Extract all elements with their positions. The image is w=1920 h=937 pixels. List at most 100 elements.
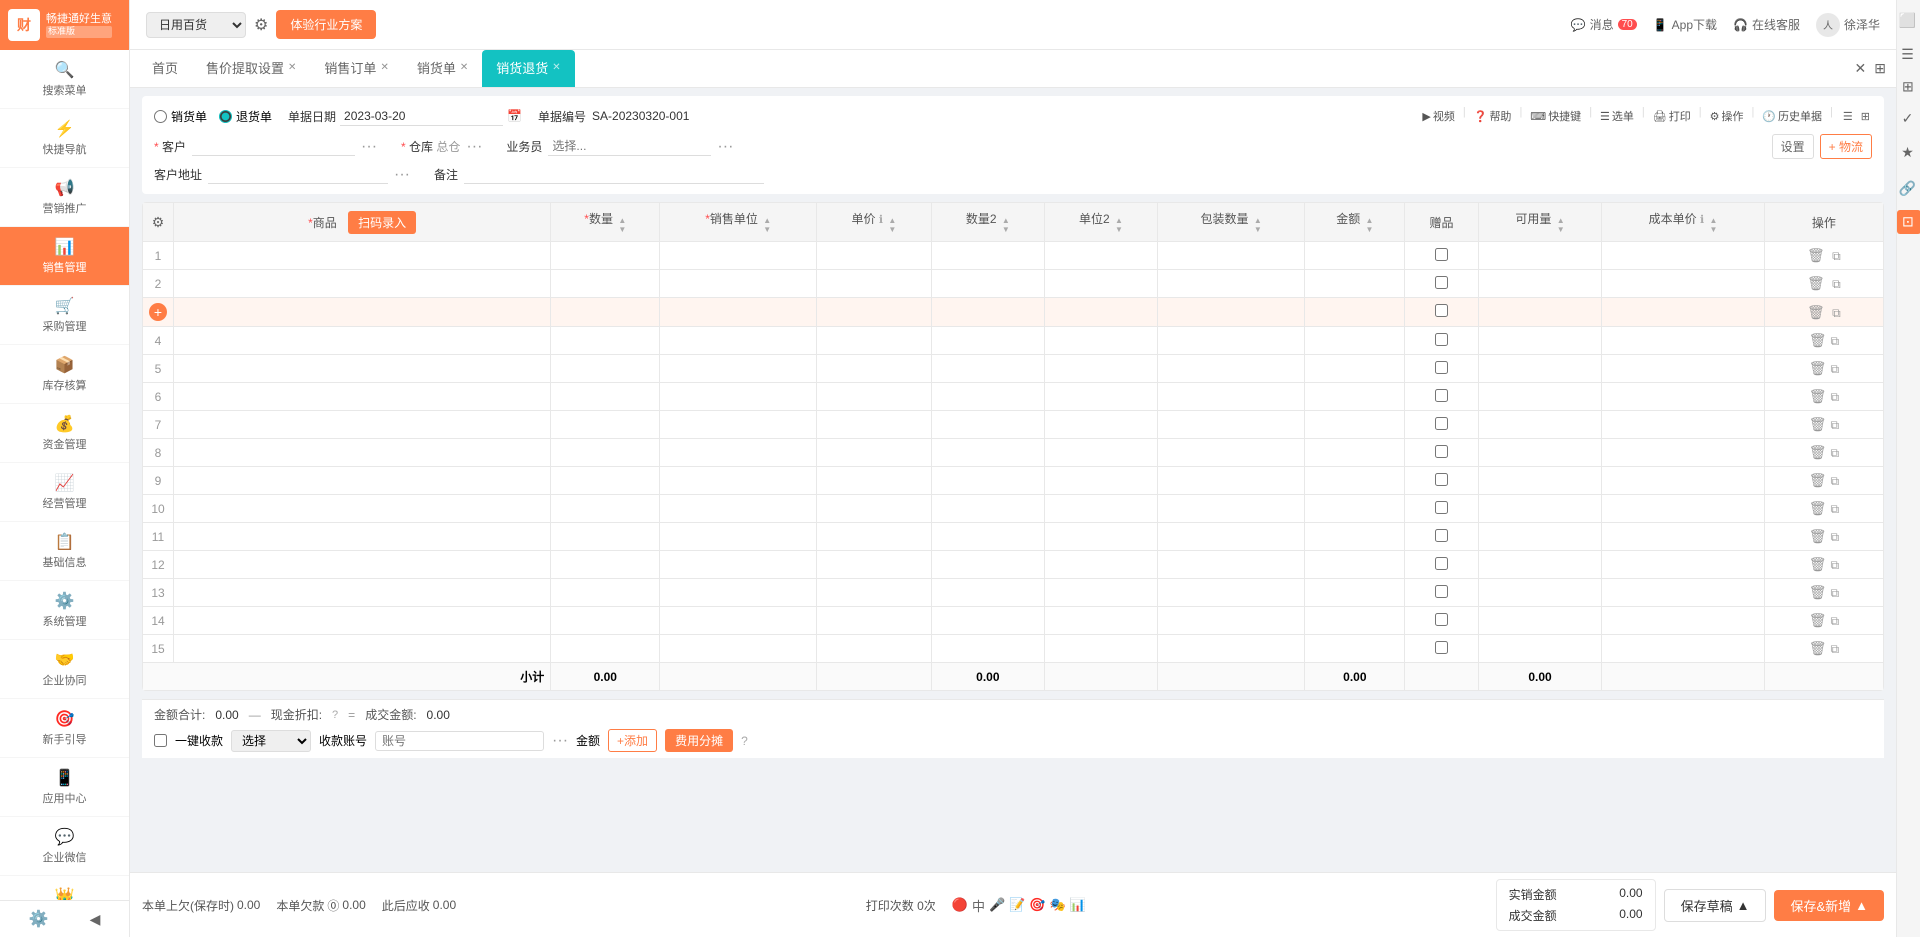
row-unit2[interactable] xyxy=(1044,270,1157,298)
sidebar-item-member[interactable]: 👑 畅会员 xyxy=(0,876,129,900)
customer-input[interactable] xyxy=(192,137,355,156)
add-payment-btn[interactable]: +添加 xyxy=(608,729,657,752)
radio-return-input[interactable] xyxy=(219,110,232,123)
row-unit2[interactable] xyxy=(1044,242,1157,270)
online-service-item[interactable]: 🎧 在线客服 xyxy=(1733,16,1800,33)
tab-close-all-button[interactable]: ✕ xyxy=(1853,58,1869,79)
sidebar-item-wechat[interactable]: 💬 企业微信 xyxy=(0,817,129,876)
copy-row-btn[interactable]: ⧉ xyxy=(1828,446,1841,461)
gift-checkbox[interactable] xyxy=(1435,333,1448,346)
row-gift[interactable] xyxy=(1405,298,1478,327)
radio-delivery-input[interactable] xyxy=(154,110,167,123)
copy-row-btn[interactable]: ⧉ xyxy=(1828,474,1841,489)
right-icon-4[interactable]: ✓ xyxy=(1901,107,1917,131)
row-unit[interactable] xyxy=(660,270,817,298)
copy-row-btn[interactable]: ⧉ xyxy=(1830,249,1843,264)
add-row-btn[interactable]: + xyxy=(149,303,167,321)
payment-help-icon[interactable]: ? xyxy=(741,734,748,748)
tab-price-setting[interactable]: 售价提取设置 ✕ xyxy=(192,50,310,87)
action-shortcut[interactable]: ⌨ 快捷键 xyxy=(1526,106,1585,126)
row-gift[interactable] xyxy=(1405,270,1478,298)
tab-sales-delivery-close[interactable]: ✕ xyxy=(460,62,468,73)
sidebar-item-shortcut[interactable]: ⚡ 快捷导航 xyxy=(0,109,129,168)
delete-row-btn[interactable]: 🗑 xyxy=(1807,584,1829,601)
row-product[interactable] xyxy=(174,242,551,270)
sidebar-item-apps[interactable]: 📱 应用中心 xyxy=(0,758,129,817)
gift-checkbox[interactable] xyxy=(1435,304,1448,317)
tab-home[interactable]: 首页 xyxy=(138,50,192,87)
row-gift[interactable] xyxy=(1405,242,1478,270)
gift-checkbox[interactable] xyxy=(1435,417,1448,430)
tab-sales-order-close[interactable]: ✕ xyxy=(380,62,388,73)
gift-checkbox[interactable] xyxy=(1435,585,1448,598)
copy-row-btn[interactable]: ⧉ xyxy=(1830,277,1843,292)
gift-checkbox[interactable] xyxy=(1435,445,1448,458)
save-draft-button[interactable]: 保存草稿 ▲ xyxy=(1664,889,1767,922)
user-item[interactable]: 人 徐泽华 xyxy=(1816,13,1880,37)
customer-select-btn[interactable]: ··· xyxy=(361,138,377,156)
row-qty[interactable] xyxy=(551,270,660,298)
right-icon-6[interactable]: 🔗 xyxy=(1901,175,1917,200)
warehouse-select-btn[interactable]: ··· xyxy=(466,138,482,156)
gift-checkbox[interactable] xyxy=(1435,557,1448,570)
tab-sales-return[interactable]: 销货退货 ✕ xyxy=(482,50,574,87)
sidebar-item-inventory[interactable]: 📦 库存核算 xyxy=(0,345,129,404)
scan-input-btn[interactable]: 扫码录入 xyxy=(348,211,416,234)
row-cost-price[interactable] xyxy=(1602,270,1764,298)
row-available[interactable] xyxy=(1478,270,1602,298)
row-pack-qty[interactable] xyxy=(1157,298,1304,327)
row-pack-qty[interactable] xyxy=(1157,270,1304,298)
row-qty[interactable] xyxy=(551,298,660,327)
row-amount[interactable] xyxy=(1305,270,1405,298)
gift-checkbox[interactable] xyxy=(1435,276,1448,289)
product-input[interactable] xyxy=(180,305,544,320)
copy-row-btn[interactable]: ⧉ xyxy=(1828,418,1841,433)
delete-row-btn[interactable]: 🗑 xyxy=(1807,332,1829,349)
delete-row-btn[interactable]: 🗑 xyxy=(1805,247,1827,264)
right-icon-2[interactable]: ☰ xyxy=(1901,43,1917,67)
delete-row-btn[interactable]: 🗑 xyxy=(1807,360,1829,377)
tab-menu-button[interactable]: ⊞ xyxy=(1872,58,1888,79)
delete-row-btn[interactable]: 🗑 xyxy=(1807,388,1829,405)
discount-info-icon[interactable]: ? xyxy=(332,709,338,721)
col-gear[interactable]: ⚙ xyxy=(143,203,174,242)
address-input[interactable] xyxy=(208,165,388,184)
sidebar-item-search[interactable]: 🔍 搜索菜单 xyxy=(0,50,129,109)
right-icon-1[interactable]: ⬜ xyxy=(1901,8,1917,33)
copy-row-btn[interactable]: ⧉ xyxy=(1828,614,1841,629)
gift-checkbox[interactable] xyxy=(1435,389,1448,402)
header-gear-icon[interactable]: ⚙ xyxy=(254,15,268,35)
sidebar-gear-icon[interactable]: ⚙️ xyxy=(29,909,49,929)
sidebar-item-system[interactable]: ⚙️ 系统管理 xyxy=(0,581,129,640)
remark-input[interactable] xyxy=(464,165,764,184)
row-qty2[interactable] xyxy=(931,270,1044,298)
row-product[interactable] xyxy=(174,298,551,327)
copy-row-btn[interactable]: ⧉ xyxy=(1828,530,1841,545)
address-select-btn[interactable]: ··· xyxy=(394,166,410,184)
salesperson-input[interactable] xyxy=(548,137,711,156)
app-download-item[interactable]: 📱 App下载 xyxy=(1653,16,1717,33)
tab-price-setting-close[interactable]: ✕ xyxy=(288,62,296,73)
copy-row-btn[interactable]: ⧉ xyxy=(1828,334,1841,349)
delete-row-btn[interactable]: 🗑 xyxy=(1807,500,1829,517)
industry-select[interactable]: 日用百货 xyxy=(146,12,246,38)
view-toggle-btn[interactable]: ☰ xyxy=(1841,106,1855,126)
right-icon-7[interactable]: ⊡ xyxy=(1897,210,1920,234)
sidebar-item-guide[interactable]: 🎯 新手引导 xyxy=(0,699,129,758)
save-new-button[interactable]: 保存&新增 ▲ xyxy=(1774,890,1884,921)
table-gear-btn[interactable]: ⚙ xyxy=(150,212,167,233)
row-qty2[interactable] xyxy=(931,242,1044,270)
row-available[interactable] xyxy=(1478,298,1602,327)
delete-row-btn[interactable]: 🗑 xyxy=(1807,556,1829,573)
copy-row-btn[interactable]: ⧉ xyxy=(1828,558,1841,573)
sidebar-item-business[interactable]: 📈 经营管理 xyxy=(0,463,129,522)
action-operate[interactable]: ⚙ 操作 xyxy=(1706,106,1748,126)
delete-row-btn[interactable]: 🗑 xyxy=(1807,444,1829,461)
action-print[interactable]: 🖨 打印 xyxy=(1649,106,1695,126)
sidebar-item-basic[interactable]: 📋 基础信息 xyxy=(0,522,129,581)
sidebar-item-sales[interactable]: 📊 销售管理 xyxy=(0,227,129,286)
copy-row-btn[interactable]: ⧉ xyxy=(1828,362,1841,377)
copy-row-btn[interactable]: ⧉ xyxy=(1830,306,1843,321)
tab-sales-delivery[interactable]: 销货单 ✕ xyxy=(403,50,482,87)
row-qty[interactable] xyxy=(551,242,660,270)
